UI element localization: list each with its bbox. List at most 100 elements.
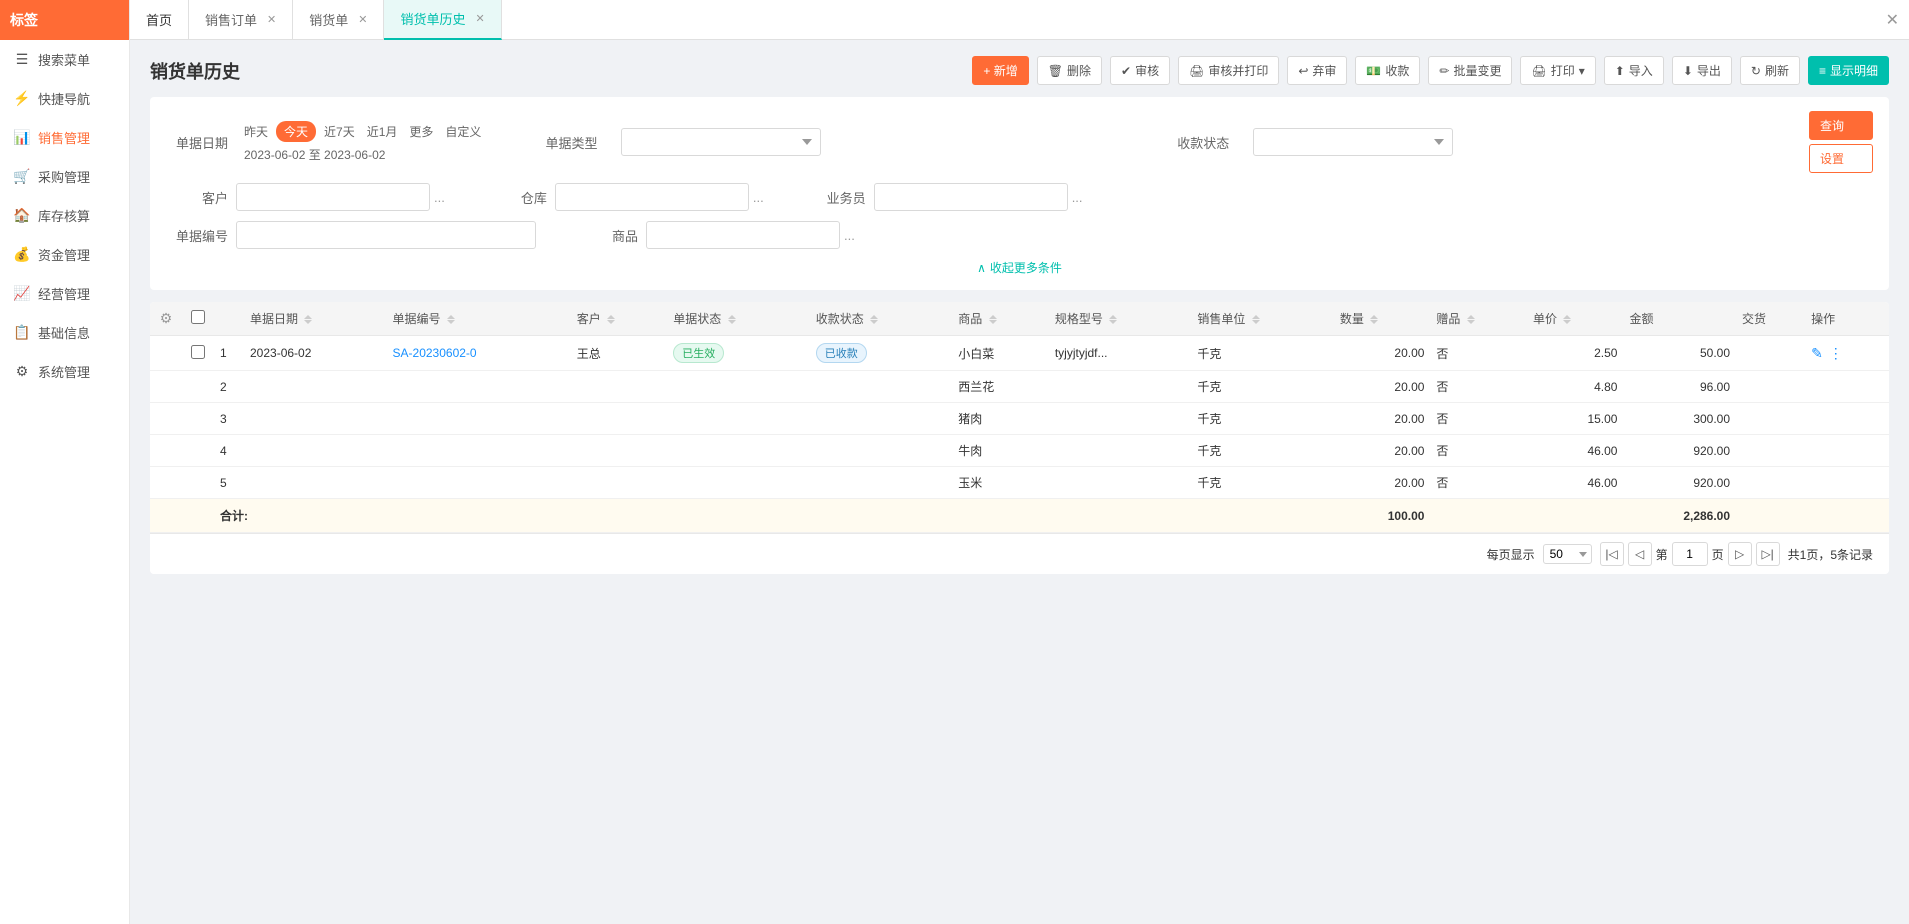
sidebar-item-base-info[interactable]: 📋 基础信息	[0, 313, 129, 352]
tab-sales-delivery[interactable]: 销货单 ✕	[293, 0, 384, 40]
collect-button[interactable]: 💵 收款	[1355, 56, 1420, 85]
doc-no-link[interactable]: SA-20230602-0	[393, 346, 477, 360]
th-spec[interactable]: 规格型号	[1049, 302, 1192, 336]
page-number-input[interactable]	[1672, 542, 1708, 566]
tab-sales-order[interactable]: 销售订单 ✕	[189, 0, 293, 40]
batch-change-button[interactable]: ✏ 批量变更	[1428, 56, 1512, 85]
td-price: 46.00	[1527, 467, 1624, 499]
tab-home[interactable]: 首页	[130, 0, 189, 40]
warehouse-ellipsis[interactable]: ...	[753, 190, 764, 205]
sidebar-item-purchase-mgmt[interactable]: 🛒 采购管理	[0, 157, 129, 196]
tab-close-sales-order[interactable]: ✕	[267, 13, 276, 26]
th-check[interactable]	[182, 302, 214, 336]
th-gift[interactable]: 赠品	[1430, 302, 1527, 336]
tab-close-sales-delivery[interactable]: ✕	[358, 13, 367, 26]
import-button[interactable]: ⬆ 导入	[1604, 56, 1664, 85]
query-button[interactable]: 查询	[1809, 111, 1873, 140]
refresh-button[interactable]: ↻ 刷新	[1740, 56, 1800, 85]
th-gear[interactable]: ⚙	[150, 302, 182, 336]
qty-sort-icon	[1370, 315, 1378, 324]
page-next-button[interactable]: ▷	[1728, 542, 1752, 566]
edit-icon[interactable]: ✎	[1811, 345, 1823, 362]
th-qty[interactable]: 数量	[1334, 302, 1431, 336]
print-button[interactable]: 🖨 打印 ▾	[1520, 56, 1595, 85]
row-checkbox[interactable]	[191, 345, 205, 359]
doc-type-select[interactable]	[621, 128, 821, 156]
td-date	[244, 403, 387, 435]
tab-close-sales-history[interactable]: ✕	[476, 12, 485, 25]
sidebar-item-search-menu[interactable]: ☰ 搜索菜单	[0, 40, 129, 79]
page-last-button[interactable]: ▷|	[1756, 542, 1780, 566]
td-docstatus	[667, 435, 810, 467]
page-size-select[interactable]: 50 20 100	[1543, 544, 1592, 564]
warehouse-input[interactable]	[555, 183, 749, 211]
shortcut-week[interactable]: 近7天	[320, 121, 359, 142]
td-paystatus: 已收款	[810, 336, 953, 371]
export-icon: ⬇	[1683, 64, 1693, 78]
th-date[interactable]: 单据日期	[244, 302, 387, 336]
td-actions	[1805, 435, 1889, 467]
th-docstatus[interactable]: 单据状态	[667, 302, 810, 336]
sidebar-item-inventory[interactable]: 🏠 库存核算	[0, 196, 129, 235]
doc-no-input[interactable]	[236, 221, 536, 249]
page-prev-button[interactable]: ◁	[1628, 542, 1652, 566]
settings-icon[interactable]: ⚙	[160, 310, 173, 326]
sidebar-item-sales-mgmt[interactable]: 📊 销售管理	[0, 118, 129, 157]
cart-icon: 🛒	[14, 169, 30, 185]
th-rowno	[214, 302, 244, 336]
salesperson-ellipsis[interactable]: ...	[1072, 190, 1083, 205]
new-button[interactable]: + 新增	[972, 56, 1028, 85]
th-paystatus[interactable]: 收款状态	[810, 302, 953, 336]
pay-status-label: 收款状态	[1177, 133, 1237, 152]
customer-ellipsis[interactable]: ...	[434, 190, 445, 205]
customer-input[interactable]	[236, 183, 430, 211]
select-all-checkbox[interactable]	[191, 310, 205, 324]
td-transaction	[1736, 371, 1805, 403]
td-check[interactable]	[182, 371, 214, 403]
page-first-button[interactable]: |◁	[1600, 542, 1624, 566]
show-detail-button[interactable]: ≡ 显示明细	[1808, 56, 1889, 85]
shortcut-month[interactable]: 近1月	[363, 121, 402, 142]
td-transaction	[1736, 403, 1805, 435]
shortcut-more[interactable]: 更多	[405, 121, 437, 142]
shortcut-today[interactable]: 今天	[276, 121, 316, 142]
sidebar-item-finance[interactable]: 💰 资金管理	[0, 235, 129, 274]
td-check[interactable]	[182, 435, 214, 467]
td-check[interactable]	[182, 403, 214, 435]
product-label: 商品	[576, 226, 646, 245]
td-gift: 否	[1430, 435, 1527, 467]
td-check[interactable]	[182, 336, 214, 371]
th-docno[interactable]: 单据编号	[387, 302, 571, 336]
more-icon[interactable]: ⋮	[1829, 345, 1843, 362]
export-button[interactable]: ⬇ 导出	[1672, 56, 1732, 85]
shortcut-custom[interactable]: 自定义	[441, 121, 485, 142]
salesperson-input[interactable]	[874, 183, 1068, 211]
product-input[interactable]	[646, 221, 840, 249]
td-docno: SA-20230602-0	[387, 336, 571, 371]
abandon-button[interactable]: ↩ 弃审	[1287, 56, 1347, 85]
paystatus-sort-icon	[870, 315, 878, 324]
summary-amount: 2,286.00	[1623, 499, 1736, 533]
sidebar-item-quick-nav[interactable]: ⚡ 快捷导航	[0, 79, 129, 118]
tab-sales-history[interactable]: 销货单历史 ✕	[384, 0, 501, 40]
td-rowno: 5	[214, 467, 244, 499]
filter-collapse[interactable]: ∧ 收起更多条件	[166, 259, 1873, 276]
th-customer[interactable]: 客户	[571, 302, 668, 336]
product-ellipsis[interactable]: ...	[844, 228, 855, 243]
th-product[interactable]: 商品	[952, 302, 1049, 336]
th-unit[interactable]: 销售单位	[1191, 302, 1334, 336]
delete-button[interactable]: 🗑 删除	[1037, 56, 1102, 85]
settings-button[interactable]: 设置	[1809, 144, 1873, 173]
sidebar-item-label: 快捷导航	[38, 89, 90, 108]
td-check[interactable]	[182, 467, 214, 499]
tab-bar-close[interactable]: ✕	[1886, 10, 1909, 30]
audit-button[interactable]: ✔ 审核	[1110, 56, 1170, 85]
pay-status-select[interactable]	[1253, 128, 1453, 156]
th-price[interactable]: 单价	[1527, 302, 1624, 336]
sidebar-item-operations[interactable]: 📈 经营管理	[0, 274, 129, 313]
td-gear	[150, 435, 182, 467]
audit-print-button[interactable]: 🖨 审核并打印	[1178, 56, 1279, 85]
shortcut-yesterday[interactable]: 昨天	[240, 121, 272, 142]
td-date	[244, 371, 387, 403]
sidebar-item-sys-mgmt[interactable]: ⚙ 系统管理	[0, 352, 129, 391]
